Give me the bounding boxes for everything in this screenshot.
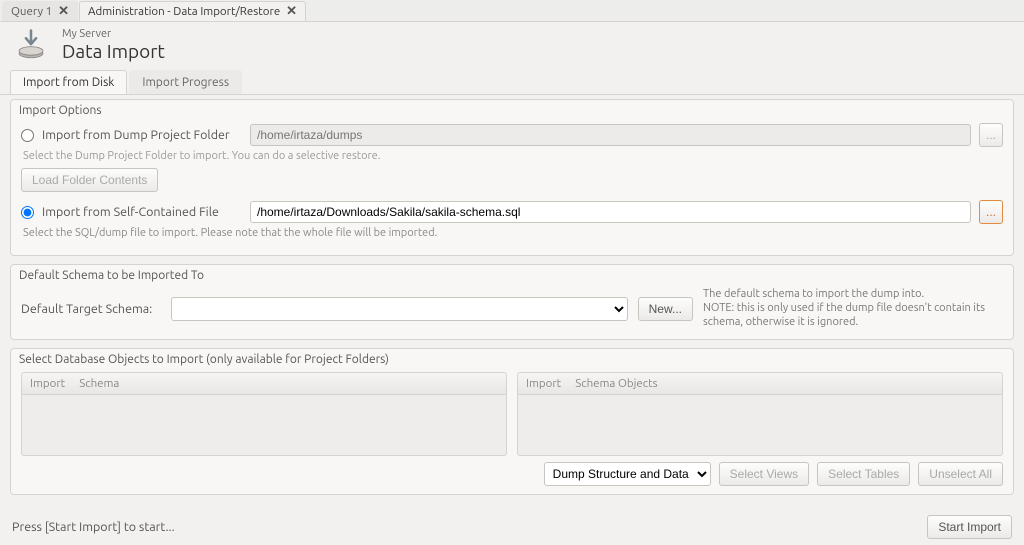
footer-bar: Press [Start Import] to start... Start I…	[0, 509, 1024, 545]
default-schema-note: The default schema to import the dump in…	[703, 288, 1003, 329]
radio-dump-folder[interactable]	[21, 129, 34, 142]
group-legend: Import Options	[19, 104, 1003, 117]
unselect-all-button: Unselect All	[918, 462, 1003, 486]
import-options-group: Import Options Import from Dump Project …	[10, 99, 1014, 256]
new-schema-button[interactable]: New...	[638, 297, 693, 321]
select-tables-button: Select Tables	[817, 462, 910, 486]
tab-import-progress[interactable]: Import Progress	[129, 70, 242, 94]
col-import: Import	[526, 377, 561, 390]
self-contained-label: Import from Self-Contained File	[42, 205, 242, 219]
default-schema-group: Default Schema to be Imported To Default…	[10, 264, 1014, 340]
self-contained-path-input[interactable]	[250, 201, 971, 223]
tab-query-1[interactable]: Query 1 ✕	[2, 1, 78, 21]
schema-objects-list: Import Schema Objects	[517, 372, 1003, 456]
select-objects-group: Select Database Objects to Import (only …	[10, 348, 1014, 495]
group-legend: Select Database Objects to Import (only …	[19, 353, 1003, 366]
load-folder-contents-button: Load Folder Contents	[21, 168, 158, 192]
footer-hint: Press [Start Import] to start...	[12, 520, 175, 534]
dump-folder-hint: Select the Dump Project Folder to import…	[23, 150, 1003, 162]
close-icon[interactable]: ✕	[286, 5, 297, 18]
select-views-button: Select Views	[719, 462, 809, 486]
import-subtabs: Import from Disk Import Progress	[0, 70, 1024, 95]
self-contained-hint: Select the SQL/dump file to import. Plea…	[23, 227, 1003, 239]
tab-admin-data-import[interactable]: Administration - Data Import/Restore ✕	[79, 1, 306, 21]
database-import-icon	[14, 28, 48, 62]
col-schema-objects: Schema Objects	[575, 377, 657, 390]
document-tabs: Query 1 ✕ Administration - Data Import/R…	[0, 0, 1024, 22]
tab-label: Administration - Data Import/Restore	[88, 5, 280, 18]
tab-import-from-disk[interactable]: Import from Disk	[10, 70, 127, 94]
dump-folder-label: Import from Dump Project Folder	[42, 128, 242, 142]
col-import: Import	[30, 377, 65, 390]
tab-label: Query 1	[11, 5, 52, 18]
dump-mode-select[interactable]: Dump Structure and Data	[544, 462, 711, 486]
browse-dump-folder-button: ...	[979, 123, 1003, 147]
browse-self-contained-button[interactable]: ...	[979, 200, 1003, 224]
start-import-button[interactable]: Start Import	[927, 515, 1012, 539]
col-schema: Schema	[79, 377, 119, 390]
default-schema-label: Default Target Schema:	[21, 302, 161, 316]
dump-folder-path-input	[250, 124, 971, 146]
close-icon[interactable]: ✕	[58, 5, 69, 18]
page-title: Data Import	[62, 40, 165, 62]
page-header: My Server Data Import	[0, 22, 1024, 70]
group-legend: Default Schema to be Imported To	[19, 269, 1003, 282]
server-name: My Server	[62, 28, 165, 40]
default-schema-select[interactable]	[171, 297, 628, 321]
radio-self-contained-file[interactable]	[21, 206, 34, 219]
schema-list: Import Schema	[21, 372, 507, 456]
